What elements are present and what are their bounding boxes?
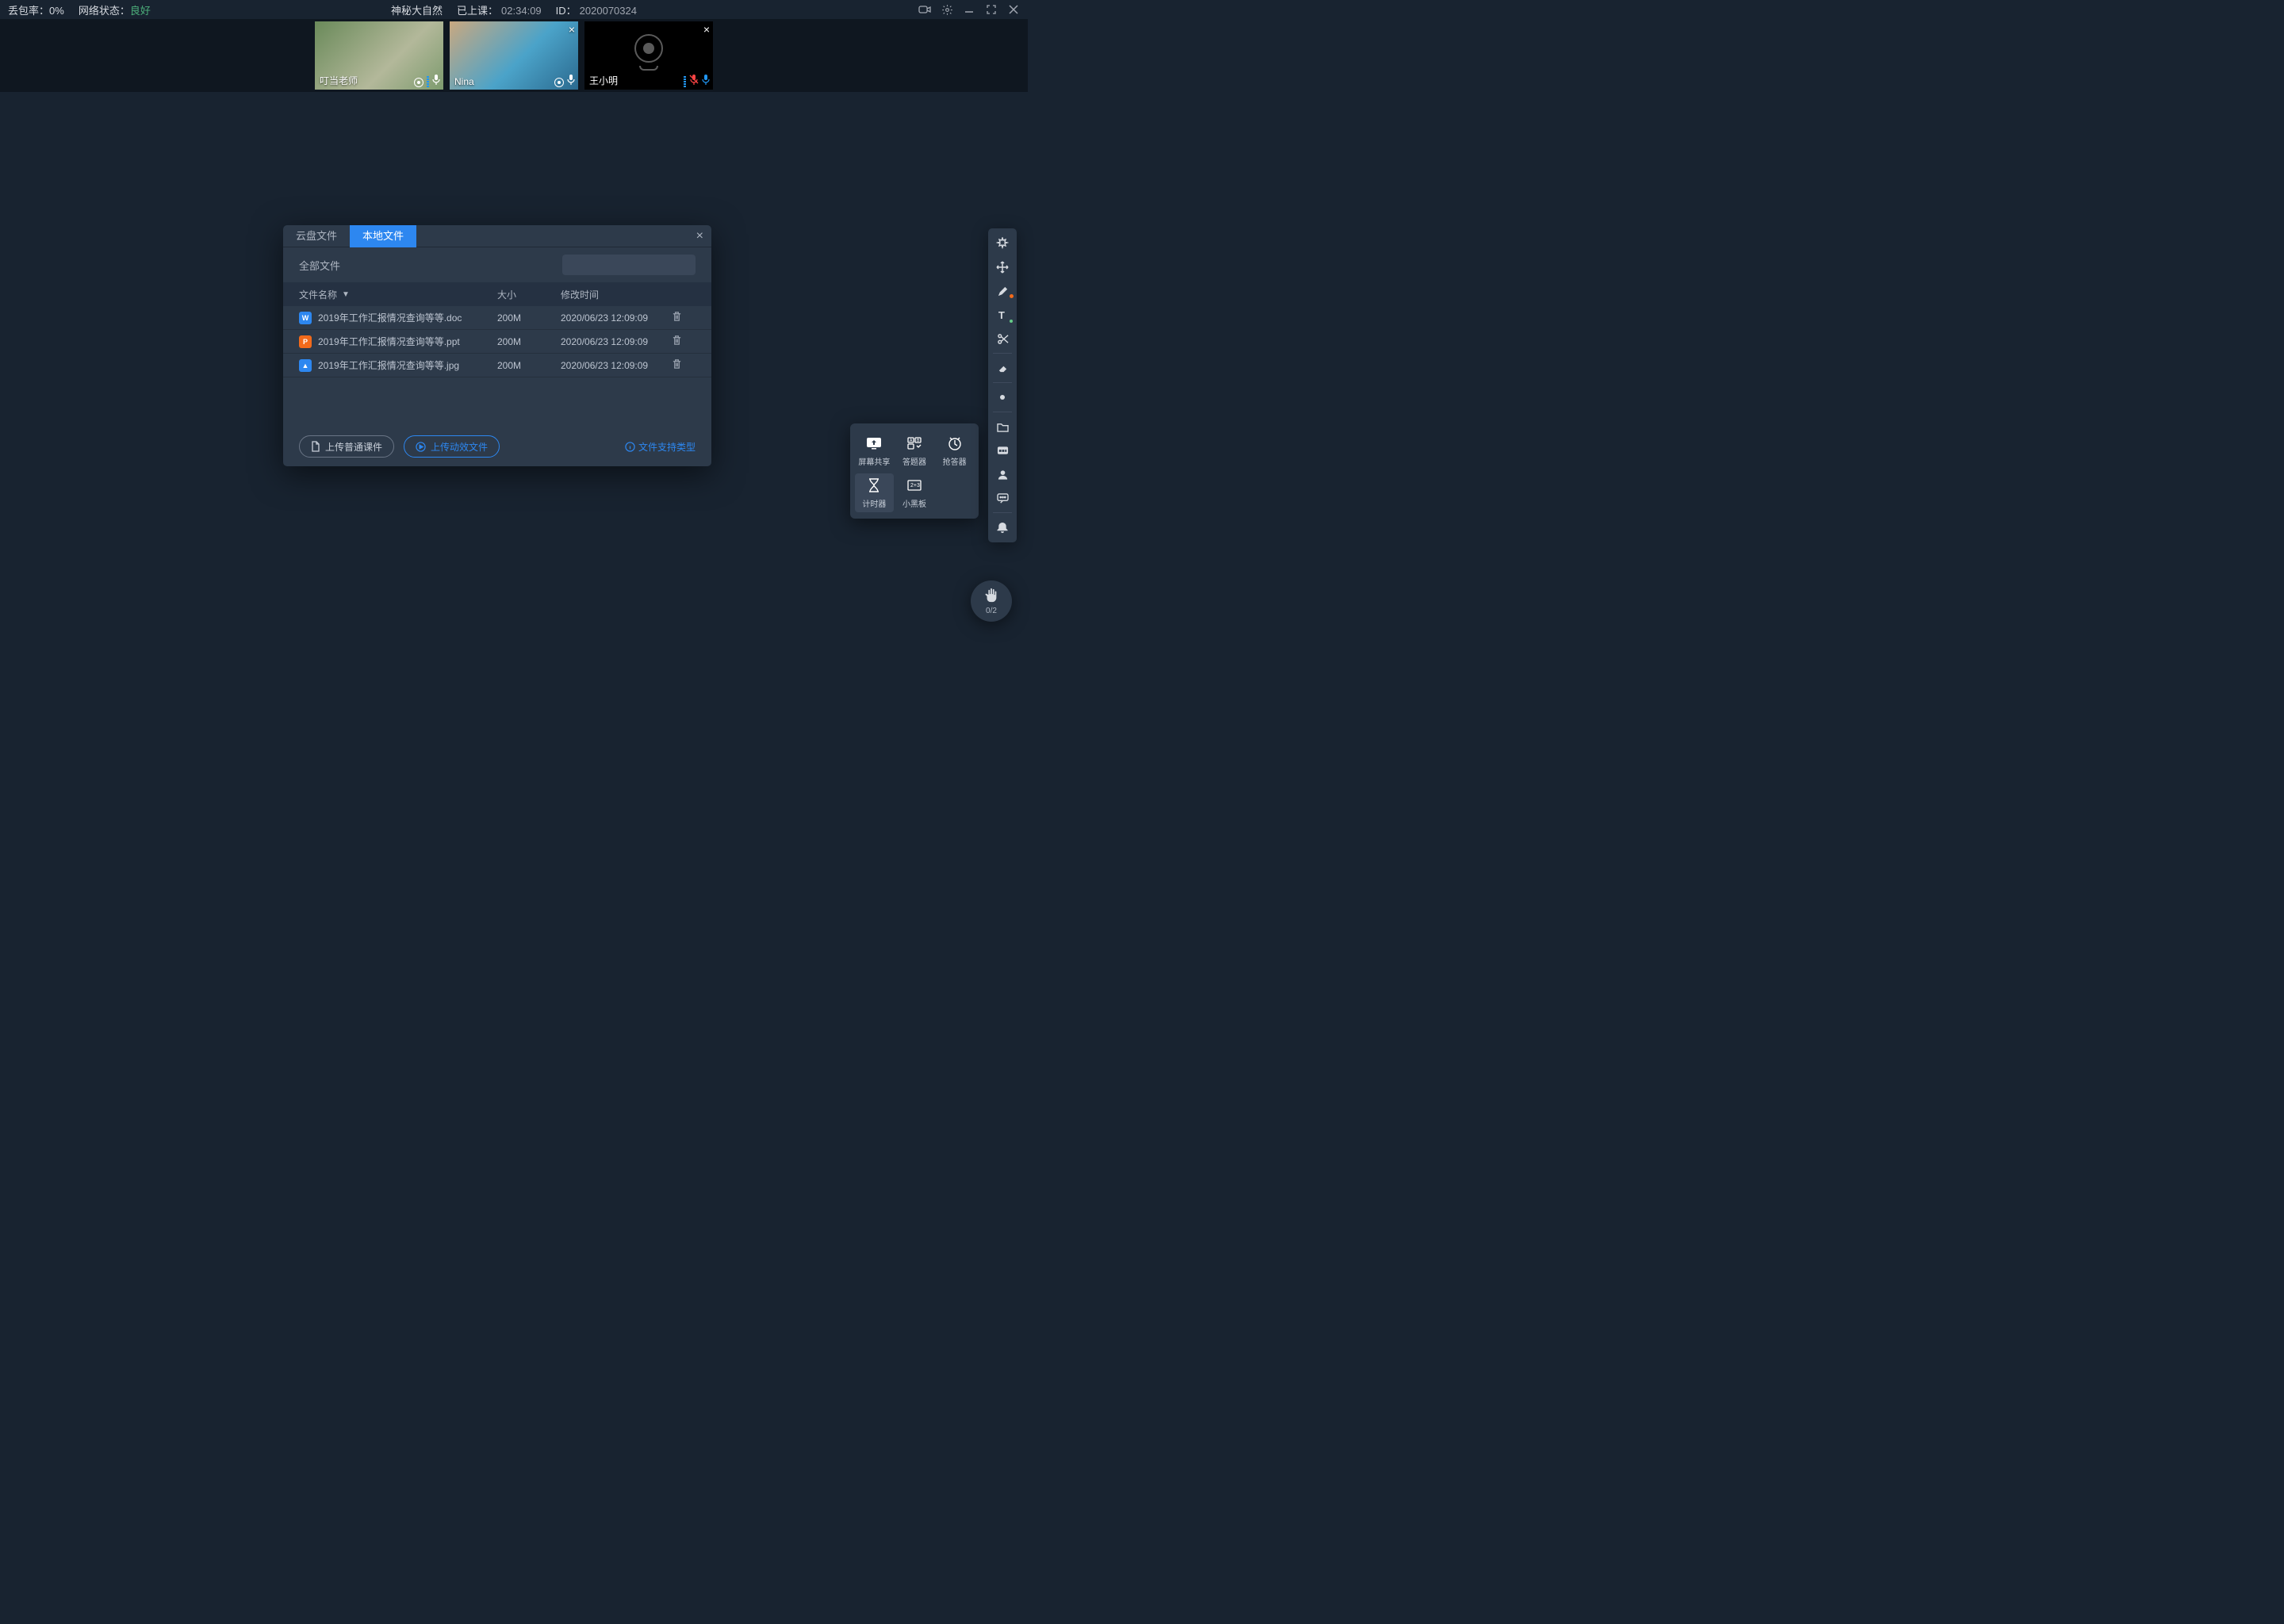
tab-cloud-files[interactable]: 云盘文件 <box>283 225 350 247</box>
teaching-tools-popup: 屏幕共享 AB 答题器 抢答器 计时器 2+3 小黑板 <box>850 423 979 519</box>
tool-screen-share[interactable]: 屏幕共享 <box>855 431 894 470</box>
file-name: 2019年工作汇报情况查询等等.jpg <box>318 358 459 372</box>
supported-types-link[interactable]: 文件支持类型 <box>625 440 696 454</box>
right-toolbar: T <box>988 228 1017 542</box>
close-icon[interactable] <box>1007 3 1020 16</box>
participant-video-strip: 叮当老师 × Nina × 王小明 <box>0 19 1028 92</box>
file-size: 200M <box>497 336 561 347</box>
math-board-icon: 2+3 <box>906 477 923 494</box>
table-row[interactable]: ▲ 2019年工作汇报情况查询等等.jpg 200M2020/06/23 12:09… <box>283 354 711 377</box>
raise-hand-count: 0/2 <box>986 607 997 615</box>
quiz-icon: AB <box>906 435 923 452</box>
minimize-icon[interactable] <box>963 3 975 16</box>
maximize-icon[interactable] <box>985 3 998 16</box>
participant-name: 叮当老师 <box>320 74 358 87</box>
class-title: 神秘大自然 <box>391 2 443 17</box>
tool-pen[interactable] <box>988 279 1017 303</box>
tool-scissors[interactable] <box>988 327 1017 350</box>
file-type-icon: P <box>299 335 312 348</box>
dialog-close-icon[interactable]: × <box>696 229 703 243</box>
file-modified-time: 2020/06/23 12:09:09 <box>561 312 672 324</box>
file-size: 200M <box>497 360 561 371</box>
packet-loss: 丢包率：0% <box>8 2 64 17</box>
class-id: ID：2020070324 <box>556 2 637 17</box>
participant-name: 王小明 <box>589 74 618 87</box>
video-tile[interactable]: 叮当老师 <box>315 21 443 90</box>
camera-off-icon <box>634 34 663 63</box>
tool-pointer[interactable] <box>988 232 1017 255</box>
participant-name: Nina <box>454 76 474 87</box>
tool-laser[interactable] <box>988 385 1017 409</box>
audio-level-icon <box>427 76 429 87</box>
delete-icon[interactable] <box>672 313 682 324</box>
raise-hand-button[interactable]: 0/2 <box>971 580 1012 622</box>
mic-muted-icon <box>689 74 699 87</box>
delete-icon[interactable] <box>672 337 682 348</box>
mic-icon <box>432 74 440 87</box>
upload-normal-button[interactable]: 上传普通课件 <box>299 435 394 458</box>
tool-blackboard[interactable]: 2+3 小黑板 <box>895 473 934 512</box>
file-name: 2019年工作汇报情况查询等等.ppt <box>318 335 460 348</box>
file-modified-time: 2020/06/23 12:09:09 <box>561 360 672 371</box>
screen-share-icon <box>865 435 883 452</box>
video-tile[interactable]: × 王小明 <box>584 21 713 90</box>
delete-icon[interactable] <box>672 361 682 372</box>
video-tile[interactable]: × Nina <box>450 21 578 90</box>
table-header: 文件名称▼ 大小 修改时间 <box>283 282 711 306</box>
tool-chat[interactable] <box>988 486 1017 510</box>
sort-desc-icon: ▼ <box>342 290 350 299</box>
tool-answering[interactable]: AB 答题器 <box>895 431 934 470</box>
mic-icon <box>702 74 710 87</box>
file-picker-dialog: 云盘文件 本地文件 × 全部文件 文件名称▼ 大小 修改时间 W 2019年工作汇… <box>283 225 711 466</box>
column-header-size[interactable]: 大小 <box>497 288 561 301</box>
table-row[interactable]: P 2019年工作汇报情况查询等等.ppt 200M2020/06/23 12:09… <box>283 330 711 354</box>
tool-apps[interactable] <box>988 439 1017 462</box>
upload-animated-button[interactable]: 上传动效文件 <box>404 435 500 458</box>
hand-icon <box>983 588 999 606</box>
breadcrumb-all-files[interactable]: 全部文件 <box>299 258 340 273</box>
tool-text[interactable]: T <box>988 303 1017 327</box>
file-type-icon: W <box>299 312 312 324</box>
file-modified-time: 2020/06/23 12:09:09 <box>561 336 672 347</box>
close-video-icon[interactable]: × <box>703 23 710 36</box>
column-header-time[interactable]: 修改时间 <box>561 288 672 301</box>
alarm-icon <box>946 435 964 452</box>
hourglass-icon <box>865 477 883 494</box>
tab-local-files[interactable]: 本地文件 <box>350 225 416 247</box>
camera-status-icon <box>414 78 423 87</box>
file-size: 200M <box>497 312 561 324</box>
class-duration: 已上课：02:34:09 <box>457 2 542 17</box>
top-status-bar: 丢包率：0% 网络状态：良好 神秘大自然 已上课：02:34:09 ID：202… <box>0 0 1028 19</box>
camera-icon[interactable] <box>918 3 931 16</box>
color-indicator-icon <box>1010 320 1013 323</box>
tool-eraser[interactable] <box>988 356 1017 380</box>
tool-roster[interactable] <box>988 462 1017 486</box>
close-video-icon[interactable]: × <box>569 23 575 36</box>
network-status: 网络状态：良好 <box>79 2 151 17</box>
svg-text:2+3: 2+3 <box>910 483 920 488</box>
tool-timer[interactable]: 计时器 <box>855 473 894 512</box>
mic-icon <box>567 74 575 87</box>
tool-buzzer[interactable]: 抢答器 <box>935 431 974 470</box>
audio-level-icon <box>684 76 686 87</box>
svg-text:T: T <box>998 309 1004 321</box>
color-indicator-icon <box>1010 294 1014 298</box>
column-header-name[interactable]: 文件名称▼ <box>299 288 497 301</box>
camera-status-icon <box>554 78 564 87</box>
tool-bell[interactable] <box>988 515 1017 539</box>
tool-files[interactable] <box>988 415 1017 439</box>
gear-icon[interactable] <box>941 3 953 16</box>
tool-move[interactable] <box>988 255 1017 279</box>
file-type-icon: ▲ <box>299 359 312 372</box>
file-name: 2019年工作汇报情况查询等等.doc <box>318 311 462 324</box>
search-input[interactable] <box>562 255 696 275</box>
table-row[interactable]: W 2019年工作汇报情况查询等等.doc 200M2020/06/23 12:09… <box>283 306 711 330</box>
